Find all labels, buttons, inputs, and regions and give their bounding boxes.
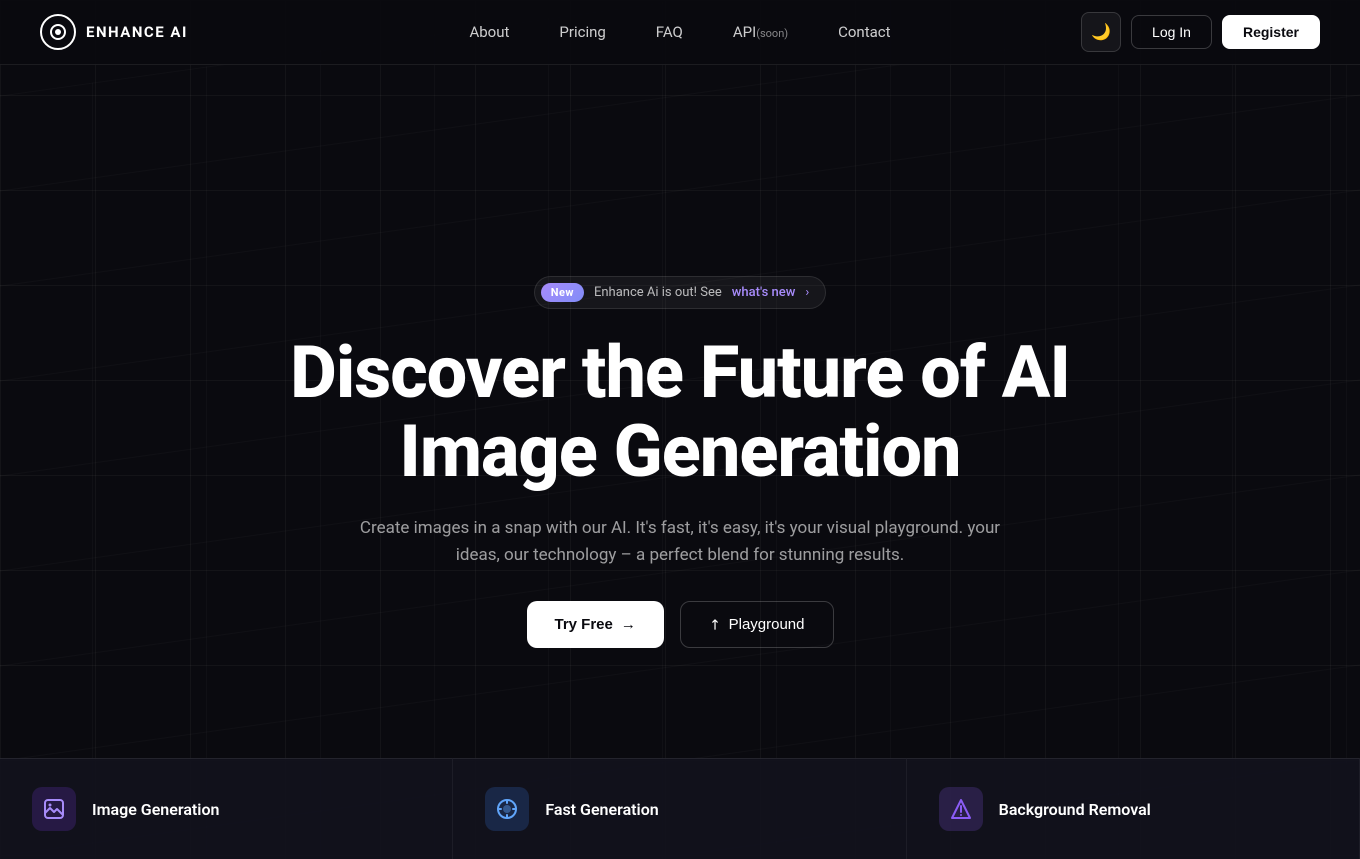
theme-toggle-button[interactable]: 🌙 (1081, 12, 1121, 52)
playground-button[interactable]: ↗ Playground (680, 601, 834, 648)
fast-generation-icon (485, 787, 529, 831)
navbar-actions: 🌙 Log In Register (1081, 12, 1320, 52)
external-link-icon: ↗ (705, 615, 725, 635)
badge-arrow-icon: › (805, 285, 809, 300)
hero-section: New Enhance Ai is out! See what's new › … (0, 0, 1360, 859)
login-button[interactable]: Log In (1131, 15, 1212, 49)
feature-card-background-removal: Background Removal (907, 758, 1360, 859)
whats-new-link[interactable]: what's new (732, 285, 796, 300)
nav-faq[interactable]: FAQ (636, 15, 703, 49)
background-removal-icon (939, 787, 983, 831)
hero-title: Discover the Future of AI Image Generati… (200, 333, 1160, 491)
nav-about[interactable]: About (449, 15, 529, 49)
logo[interactable]: ENHANCE AI (40, 14, 188, 50)
feature-title-0: Image Generation (92, 800, 219, 819)
logo-text: ENHANCE AI (86, 23, 188, 41)
try-free-button[interactable]: Try Free → (527, 601, 664, 648)
hero-content: New Enhance Ai is out! See what's new › … (180, 276, 1180, 649)
feature-card-image-generation: Image Generation (0, 758, 453, 859)
nav-api[interactable]: API(soon) (713, 15, 808, 49)
arrow-right-icon: → (621, 616, 636, 633)
nav-contact[interactable]: Contact (818, 15, 910, 49)
logo-icon (40, 14, 76, 50)
announcement-badge[interactable]: New Enhance Ai is out! See what's new › (534, 276, 827, 309)
features-row: Image Generation Fast Generation Backg (0, 758, 1360, 859)
main-nav: About Pricing FAQ API(soon) Contact (449, 15, 910, 49)
feature-title-2: Background Removal (999, 800, 1151, 819)
new-badge-label: New (541, 283, 584, 302)
navbar: ENHANCE AI About Pricing FAQ API(soon) C… (0, 0, 1360, 65)
hero-subtitle: Create images in a snap with our AI. It'… (340, 515, 1020, 569)
feature-card-fast-generation: Fast Generation (453, 758, 906, 859)
hero-buttons: Try Free → ↗ Playground (527, 601, 834, 648)
image-generation-icon (32, 787, 76, 831)
feature-title-1: Fast Generation (545, 800, 658, 819)
nav-pricing[interactable]: Pricing (539, 15, 625, 49)
badge-text: Enhance Ai is out! See (594, 285, 722, 300)
register-button[interactable]: Register (1222, 15, 1320, 49)
